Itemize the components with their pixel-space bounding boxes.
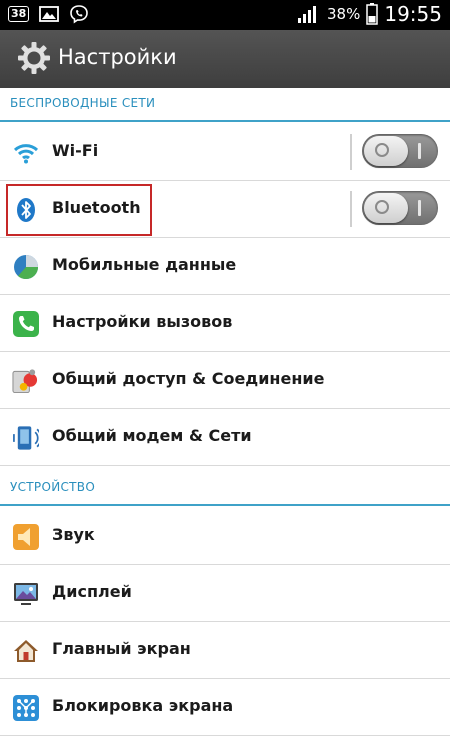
settings-item-label: Дисплей (52, 582, 132, 601)
settings-item-home-screen[interactable]: Главный экран (0, 622, 450, 679)
page-title: Настройки (58, 45, 177, 69)
toggle-on-mark (418, 143, 421, 159)
settings-item-lock-screen[interactable]: Блокировка экрана (0, 679, 450, 736)
viber-icon (70, 5, 89, 24)
settings-item-label: Блокировка экрана (52, 696, 234, 715)
settings-item-display[interactable]: Дисплей (0, 565, 450, 622)
toggle-knob[interactable] (364, 193, 408, 223)
display-icon (12, 580, 39, 607)
tethering-icon (12, 424, 39, 451)
lock-screen-icon (12, 694, 39, 721)
section-header-label: БЕСПРОВОДНЫЕ СЕТИ (10, 96, 156, 110)
divider (350, 134, 352, 170)
settings-item-sound[interactable]: Звук (0, 508, 450, 565)
status-bar-right: 38% 19:55 (297, 2, 442, 26)
toggle-on-mark (418, 200, 421, 216)
settings-item-share-connect[interactable]: Общий доступ & Соединение (0, 352, 450, 409)
settings-item-mobile-data[interactable]: Мобильные данные (0, 238, 450, 295)
battery-percent: 38% (327, 5, 361, 23)
notification-badge-icon: 38 (8, 6, 30, 22)
settings-item-label: Общий доступ & Соединение (52, 369, 325, 388)
settings-item-tethering[interactable]: Общий модем & Сети (0, 409, 450, 466)
section-header-device: УСТРОЙСТВО (0, 474, 450, 506)
settings-item-label: Мобильные данные (52, 255, 237, 274)
section-header-wireless: БЕСПРОВОДНЫЕ СЕТИ (0, 90, 450, 122)
section-header-label: УСТРОЙСТВО (10, 480, 96, 494)
action-bar: Настройки (0, 30, 450, 88)
sound-icon (12, 523, 39, 550)
signal-icon (298, 6, 317, 23)
settings-item-label: Wi-Fi (52, 141, 99, 160)
wifi-toggle[interactable] (362, 134, 438, 168)
share-connect-icon (12, 367, 39, 394)
settings-item-label: Общий модем & Сети (52, 426, 252, 445)
toggle-knob[interactable] (364, 136, 408, 166)
divider (350, 191, 352, 227)
status-time: 19:55 (384, 2, 442, 26)
status-bar-left: 38 (8, 4, 89, 24)
phone-icon (12, 310, 39, 337)
highlight-box (6, 184, 152, 236)
settings-item-label: Звук (52, 525, 95, 544)
battery-icon (366, 3, 379, 25)
settings-item-label: Главный экран (52, 639, 191, 658)
wifi-icon (12, 139, 39, 166)
settings-item-wifi[interactable]: Wi-Fi (0, 124, 450, 181)
status-bar: 38 38% 19:55 (0, 0, 450, 30)
image-icon (39, 6, 60, 22)
mobile-data-icon (12, 253, 39, 280)
settings-item-label: Настройки вызовов (52, 312, 233, 331)
gear-icon (18, 42, 50, 74)
home-icon (12, 637, 39, 664)
bluetooth-toggle[interactable] (362, 191, 438, 225)
settings-item-call-settings[interactable]: Настройки вызовов (0, 295, 450, 352)
